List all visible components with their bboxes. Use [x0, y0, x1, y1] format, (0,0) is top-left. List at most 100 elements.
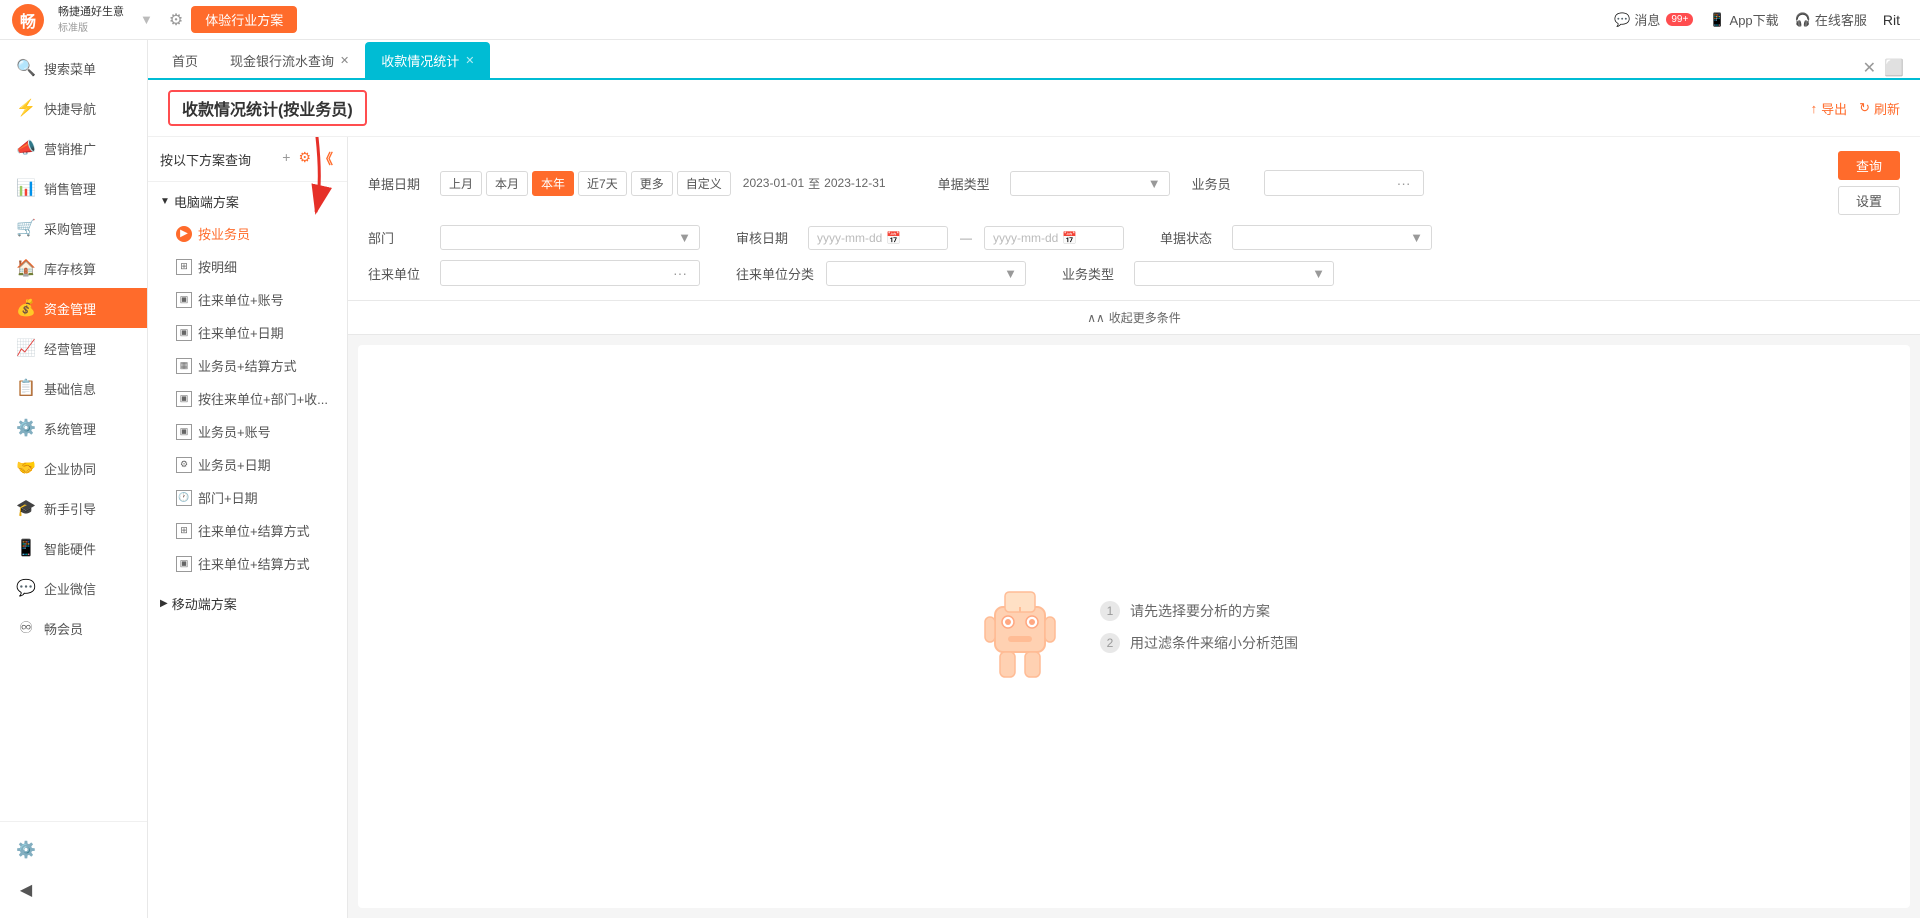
- filter-settings-btn[interactable]: 设置: [1838, 186, 1900, 215]
- date-btn-last-month[interactable]: 上月: [440, 171, 482, 196]
- scheme-title: 按以下方案查询: [160, 150, 251, 169]
- scheme-item-salesman-date-label: 业务员+日期: [198, 455, 271, 474]
- scheme-item-partner-date[interactable]: ▣ 往来单位+日期: [148, 316, 347, 349]
- business-type-select[interactable]: ▼: [1134, 261, 1334, 286]
- hardware-icon: 📱: [16, 538, 36, 558]
- refresh-btn[interactable]: ↻ 刷新: [1859, 99, 1900, 118]
- sidebar-item-finance[interactable]: 💰 资金管理: [0, 288, 147, 328]
- sidebar-item-marketing[interactable]: 📣 营销推广: [0, 128, 147, 168]
- date-btn-more[interactable]: 更多: [631, 171, 673, 196]
- sidebar-item-wechat[interactable]: 💬 企业微信: [0, 568, 147, 608]
- query-btn[interactable]: 查询: [1838, 151, 1900, 180]
- partner-category-select[interactable]: ▼: [826, 261, 1026, 286]
- scheme-item-detail[interactable]: ⊞ 按明细: [148, 250, 347, 283]
- scheme-item-salesman-account[interactable]: ▣ 业务员+账号: [148, 415, 347, 448]
- date-btn-custom[interactable]: 自定义: [677, 171, 731, 196]
- purchase-icon: 🛒: [16, 218, 36, 238]
- calendar-icon2: 📅: [1062, 231, 1077, 245]
- salesman-date-icon: ⚙: [176, 457, 192, 473]
- doc-type-dropdown-icon: ▼: [1148, 176, 1161, 191]
- settings-bottom-icon: ⚙️: [16, 840, 36, 860]
- sidebar-item-search[interactable]: 🔍 搜索菜单: [0, 48, 147, 88]
- page-title: 收款情况统计(按业务员): [182, 102, 353, 119]
- scheme-item-partner-payment2[interactable]: ▣ 往来单位+结算方式: [148, 547, 347, 580]
- salesman-select[interactable]: ···: [1264, 170, 1424, 196]
- tab-bank-flow[interactable]: 现金银行流水查询 ✕: [214, 42, 365, 78]
- scheme-item-dept-date-label: 部门+日期: [198, 488, 258, 507]
- scheme-item-partner-dept[interactable]: ▣ 按往来单位+部门+收...: [148, 382, 347, 415]
- sidebar-item-hardware[interactable]: 📱 智能硬件: [0, 528, 147, 568]
- service-icon: 🎧: [1795, 12, 1811, 28]
- scheme-collapse-btn[interactable]: 《: [317, 147, 335, 171]
- scheme-group-mobile-header[interactable]: ▶ 移动端方案: [148, 588, 347, 619]
- scheme-item-dept-date[interactable]: 🕐 部门+日期: [148, 481, 347, 514]
- export-btn[interactable]: ↑ 导出: [1811, 99, 1848, 118]
- scheme-group-desktop: ▼ 电脑端方案 ▶ 按业务员 ⊞ 按明细 ▣ 往来单位+账号: [148, 182, 347, 584]
- sidebar-item-operations[interactable]: 📈 经营管理: [0, 328, 147, 368]
- collab-icon: 🤝: [16, 458, 36, 478]
- sidebar-item-purchase[interactable]: 🛒 采购管理: [0, 208, 147, 248]
- sidebar-item-sales[interactable]: 📊 销售管理: [0, 168, 147, 208]
- sidebar-item-system[interactable]: ⚙️ 系统管理: [0, 408, 147, 448]
- tab-receipt-stats[interactable]: 收款情况统计 ✕: [365, 42, 490, 78]
- sidebar-item-basic-info[interactable]: 📋 基础信息: [0, 368, 147, 408]
- tab-close-bank-flow[interactable]: ✕: [340, 54, 349, 67]
- date-btn-this-month[interactable]: 本月: [486, 171, 528, 196]
- app-download-btn[interactable]: 📱 App下载: [1709, 10, 1778, 29]
- messages-btn[interactable]: 💬 消息 99+: [1614, 10, 1693, 29]
- salesman-ellipsis[interactable]: ···: [1393, 175, 1415, 191]
- sidebar-settings-btn[interactable]: ⚙️: [0, 830, 147, 870]
- sidebar-item-inventory[interactable]: 🏠 库存核算: [0, 248, 147, 288]
- page-header: 收款情况统计(按业务员) ↑ 导出 ↻ 刷新: [148, 80, 1920, 137]
- scheme-group-desktop-header[interactable]: ▼ 电脑端方案: [148, 186, 347, 217]
- date-btn-7days[interactable]: 近7天: [578, 171, 627, 196]
- dept-select[interactable]: ▼: [440, 225, 700, 250]
- content-area: 首页 现金银行流水查询 ✕ 收款情况统计 ✕ ✕ ⬜ 收款情况统计(按业务员): [148, 40, 1920, 918]
- sidebar-item-vip[interactable]: ♾ 畅会员: [0, 608, 147, 648]
- scheme-item-partner-account[interactable]: ▣ 往来单位+账号: [148, 283, 347, 316]
- scheme-item-partner-payment1[interactable]: ⊞ 往来单位+结算方式: [148, 514, 347, 547]
- scheme-item-salesman-payment-label: 业务员+结算方式: [198, 356, 297, 375]
- filter-buttons: 查询 设置: [1838, 151, 1900, 215]
- doc-type-select[interactable]: ▼: [1010, 171, 1170, 196]
- date-range: 2023-01-01 至 2023-12-31: [743, 175, 886, 192]
- doc-status-select[interactable]: ▼: [1232, 225, 1432, 250]
- gear-icon[interactable]: ⚙: [169, 10, 183, 30]
- date-btn-this-year[interactable]: 本年: [532, 171, 574, 196]
- dept-label: 部门: [368, 228, 428, 247]
- scheme-add-btn[interactable]: +: [280, 147, 292, 171]
- partner-date-icon: ▣: [176, 325, 192, 341]
- partner-select[interactable]: ···: [440, 260, 700, 286]
- review-date-to[interactable]: yyyy-mm-dd 📅: [984, 226, 1124, 250]
- scheme-item-salesman-date[interactable]: ⚙ 业务员+日期: [148, 448, 347, 481]
- empty-illustration: [970, 572, 1070, 682]
- operations-icon: 📈: [16, 338, 36, 358]
- scheme-item-salesman[interactable]: ▶ 按业务员: [148, 217, 347, 250]
- sidebar-label-purchase: 采购管理: [44, 219, 96, 238]
- scheme-settings-btn[interactable]: ⚙: [296, 147, 313, 171]
- sidebar-item-quicknav[interactable]: ⚡ 快捷导航: [0, 88, 147, 128]
- bell-icon: 💬: [1614, 12, 1630, 28]
- export-icon: ↑: [1811, 101, 1818, 116]
- scheme-header: 按以下方案查询 + ⚙ 《: [148, 137, 347, 182]
- collapse-bar[interactable]: ∧∧ 收起更多条件: [348, 301, 1920, 335]
- date-from: 2023-01-01: [743, 176, 804, 190]
- date-separator: 至: [808, 175, 820, 192]
- tab-close-receipt-stats[interactable]: ✕: [465, 54, 474, 67]
- partner-ellipsis[interactable]: ···: [669, 265, 691, 281]
- online-service-btn[interactable]: 🎧 在线客服: [1795, 10, 1867, 29]
- window-maximize-icon[interactable]: ⬜: [1884, 58, 1904, 78]
- review-date-from[interactable]: yyyy-mm-dd 📅: [808, 226, 948, 250]
- collapse-label: 收起更多条件: [1109, 309, 1181, 326]
- window-close-icon[interactable]: ✕: [1863, 58, 1876, 78]
- sidebar-collapse-btn[interactable]: ◀: [0, 870, 147, 910]
- mobile-group-label: 移动端方案: [172, 594, 237, 613]
- trial-btn[interactable]: 体验行业方案: [191, 6, 297, 33]
- sidebar-item-collaboration[interactable]: 🤝 企业协同: [0, 448, 147, 488]
- tab-home[interactable]: 首页: [156, 42, 214, 78]
- tutorial-icon: 🎓: [16, 498, 36, 518]
- logo-icon: 畅: [12, 4, 44, 36]
- sidebar-item-tutorial[interactable]: 🎓 新手引导: [0, 488, 147, 528]
- scheme-item-salesman-payment[interactable]: ▦ 业务员+结算方式: [148, 349, 347, 382]
- step-num-1: 1: [1100, 601, 1120, 621]
